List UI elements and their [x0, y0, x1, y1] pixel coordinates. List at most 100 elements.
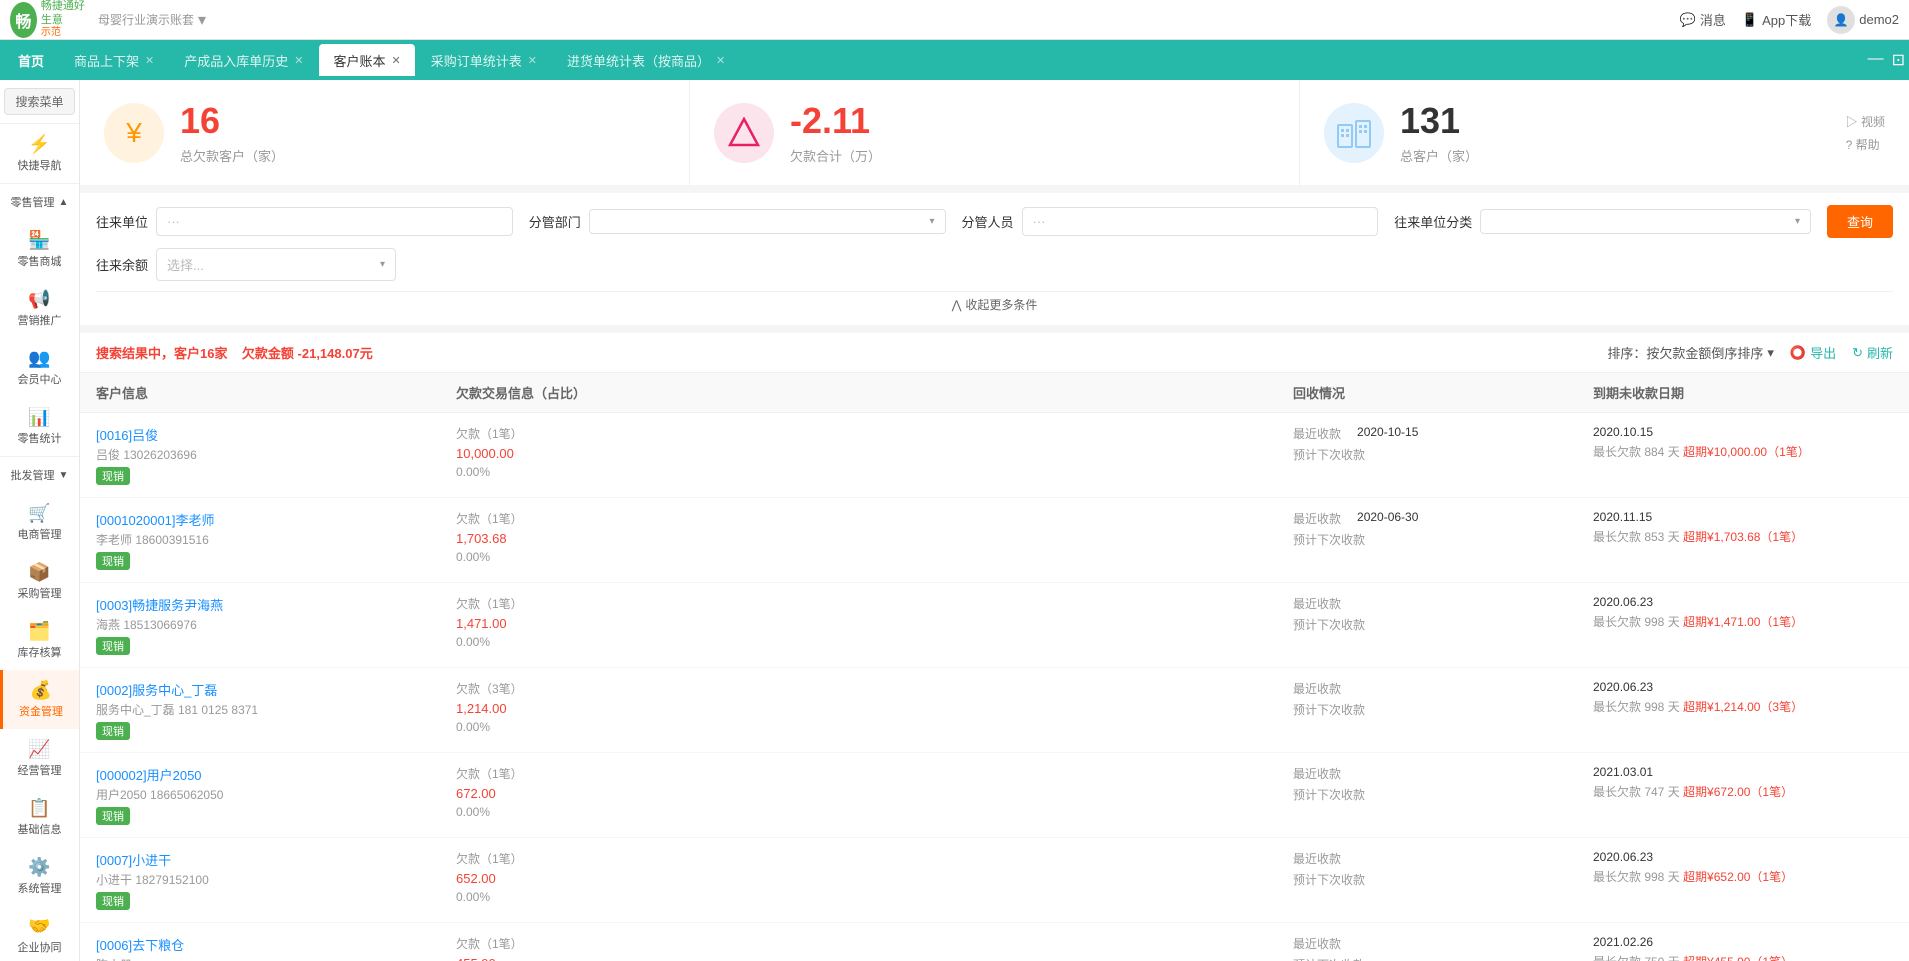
export-btn[interactable]: ⭕ 导出 — [1790, 343, 1836, 362]
customer-phone: 李老师 18600391516 — [96, 531, 456, 548]
overdue-amount-link[interactable]: 超期¥652.00（1笔） — [1683, 870, 1793, 884]
user-btn[interactable]: 👤 demo2 — [1827, 6, 1899, 34]
results-info: 搜索结果中，客户16家 欠款金额 -21,148.07元 — [96, 343, 373, 362]
brand-name: 畅捷通好生意 示范 — [41, 0, 90, 38]
overdue-info: 2020.10.15 最长欠款 884 天 超期¥10,000.00（1笔） — [1593, 425, 1893, 460]
customer-tag: 现销 — [96, 892, 130, 910]
sidebar-item-retail-mall[interactable]: 🏪 零售商城 — [0, 220, 79, 279]
video-link[interactable]: ▷ 视频 — [1846, 113, 1885, 130]
overdue-amount-link[interactable]: 超期¥1,471.00（1笔） — [1683, 615, 1803, 629]
sort-chevron-icon: ▾ — [1767, 345, 1774, 361]
debt-info: 欠款（1笔） 672.00 0.00% — [456, 765, 1293, 819]
sidebar-item-system[interactable]: ⚙️ 系统管理 — [0, 847, 79, 906]
tab-bar: 首页 商品上下架 ✕ 产成品入库单历史 ✕ 客户账本 ✕ 采购订单统计表 ✕ 进… — [0, 40, 1909, 80]
sidebar-item-batch-mgmt[interactable]: 批发管理 ▼ — [0, 457, 79, 493]
sidebar-item-basic[interactable]: 📋 基础信息 — [0, 788, 79, 847]
tab-home[interactable]: 首页 — [4, 44, 58, 76]
sidebar-item-marketing[interactable]: 📢 营销推广 — [0, 279, 79, 338]
person-input[interactable]: ··· — [1022, 207, 1379, 236]
customer-tag: 现销 — [96, 467, 130, 485]
logo-area: 畅 畅捷通好生意 示范 — [10, 0, 90, 38]
customer-name-link[interactable]: [0003]畅捷服务尹海燕 — [96, 595, 456, 614]
overdue-amount-link[interactable]: 超期¥455.90（1笔） — [1683, 955, 1793, 961]
debt-customers-icon: ¥ — [104, 103, 164, 163]
tab-close-icon[interactable]: ✕ — [716, 54, 725, 67]
sidebar: 搜索菜单 ⚡ 快捷导航 零售管理 ▲ 🏪 零售商城 📢 营销推广 — [0, 80, 80, 961]
search-button[interactable]: 查询 — [1827, 205, 1893, 238]
customer-tag: 现销 — [96, 637, 130, 655]
customer-name-link[interactable]: [0006]去下粮仓 — [96, 935, 456, 954]
overdue-amount-link[interactable]: 超期¥1,703.68（1笔） — [1683, 530, 1803, 544]
dept-select[interactable]: ▾ — [589, 209, 946, 234]
overdue-info: 2020.06.23 最长欠款 998 天 超期¥652.00（1笔） — [1593, 850, 1893, 885]
minimize-icon[interactable]: — — [1868, 50, 1884, 70]
content-area: ¥ 16 总欠款客户（家） -2.11 欠款合计（万） — [80, 80, 1909, 961]
repay-info: 最近收款 预计下次收款 — [1293, 595, 1593, 637]
dept-label: 分管部门 — [529, 212, 581, 231]
customer-name-link[interactable]: [0016]吕俊 — [96, 425, 456, 444]
sidebar-item-inventory[interactable]: 🗂️ 库存核算 — [0, 611, 79, 670]
overdue-amount-link[interactable]: 超期¥672.00（1笔） — [1683, 785, 1793, 799]
source-unit-input[interactable]: ··· — [156, 207, 513, 236]
tab-customer-account[interactable]: 客户账本 ✕ — [319, 44, 414, 76]
overdue-info: 2020.06.23 最长欠款 998 天 超期¥1,214.00（3笔） — [1593, 680, 1893, 715]
message-icon: 💬 — [1680, 12, 1696, 28]
tab-products-off[interactable]: 商品上下架 ✕ — [60, 44, 168, 76]
sidebar-item-ecommerce[interactable]: 🛒 电商管理 — [0, 493, 79, 552]
repay-info: 最近收款2020-10-15 预计下次收款 — [1293, 425, 1593, 467]
tab-close-icon[interactable]: ✕ — [294, 54, 303, 67]
repay-info: 最近收款 预计下次收款 — [1293, 850, 1593, 892]
help-link[interactable]: ? 帮助 — [1846, 136, 1885, 153]
customer-info: [0003]畅捷服务尹海燕 海燕 18513066976 现销 — [96, 595, 456, 655]
overdue-amount-link[interactable]: 超期¥10,000.00（1笔） — [1683, 445, 1810, 459]
table-row: [000002]用户2050 用户2050 18665062050 现销 欠款（… — [80, 753, 1909, 838]
top-bar-right: 💬 消息 📱 App下载 👤 demo2 — [1680, 6, 1899, 34]
filter-row-2: 往来余额 选择... ▾ — [96, 248, 1893, 281]
tab-close-icon[interactable]: ✕ — [528, 54, 537, 67]
collapse-btn[interactable]: ⋀ 收起更多条件 — [96, 291, 1893, 317]
maximize-icon[interactable]: ⊡ — [1892, 50, 1905, 70]
sidebar-item-purchase[interactable]: 📦 采购管理 — [0, 552, 79, 611]
tab-close-icon[interactable]: ✕ — [392, 54, 401, 67]
source-unit-label: 往来单位 — [96, 212, 148, 231]
tab-stock-history[interactable]: 产成品入库单历史 ✕ — [170, 44, 317, 76]
table-row: [0003]畅捷服务尹海燕 海燕 18513066976 现销 欠款（1笔） 1… — [80, 583, 1909, 668]
customer-name-link[interactable]: [0001020001]李老师 — [96, 510, 456, 529]
industry-label: 母婴行业演示账套 — [98, 11, 194, 28]
customer-name-link[interactable]: [0002]服务中心_丁磊 — [96, 680, 456, 699]
sidebar-item-retail-mgmt[interactable]: 零售管理 ▲ — [0, 184, 79, 220]
overdue-info: 2021.03.01 最长欠款 747 天 超期¥672.00（1笔） — [1593, 765, 1893, 800]
main-layout: 搜索菜单 ⚡ 快捷导航 零售管理 ▲ 🏪 零售商城 📢 营销推广 — [0, 80, 1909, 961]
refresh-btn[interactable]: ↻ 刷新 — [1852, 343, 1893, 362]
chevron-icon: ▼ — [59, 470, 69, 481]
message-btn[interactable]: 💬 消息 — [1680, 10, 1726, 29]
filter-area: 往来单位 ··· 分管部门 ▾ 分管人员 — [80, 193, 1909, 325]
sidebar-item-member[interactable]: 👥 会员中心 — [0, 338, 79, 397]
sidebar-item-ops[interactable]: 📈 经营管理 — [0, 729, 79, 788]
sidebar-item-enterprise[interactable]: 🤝 企业协同 — [0, 906, 79, 961]
tab-purchase-order[interactable]: 采购订单统计表 ✕ — [417, 44, 551, 76]
sidebar-search: 搜索菜单 — [0, 80, 79, 124]
dropdown-arrow[interactable]: ▾ — [198, 10, 206, 30]
app-download-btn[interactable]: 📱 App下载 — [1742, 10, 1811, 29]
repay-info: 最近收款 预计下次收款 — [1293, 680, 1593, 722]
search-menu-btn[interactable]: 搜索菜单 — [4, 88, 75, 115]
customer-name-link[interactable]: [000002]用户2050 — [96, 765, 456, 784]
finance-icon: 💰 — [30, 680, 52, 701]
sort-select[interactable]: 排序：按欠款金额倒序排序 ▾ — [1607, 343, 1774, 362]
balance-select[interactable]: 选择... ▾ — [156, 248, 396, 281]
sidebar-item-finance[interactable]: 💰 资金管理 — [0, 670, 79, 729]
overdue-amount-link[interactable]: 超期¥1,214.00（3笔） — [1683, 700, 1803, 714]
debt-total-icon — [714, 103, 774, 163]
refresh-icon: ↻ — [1852, 345, 1863, 361]
sidebar-item-nav[interactable]: ⚡ 快捷导航 — [0, 124, 79, 183]
unit-category-select[interactable]: ▾ — [1480, 209, 1811, 234]
sidebar-section-retail: 零售管理 ▲ 🏪 零售商城 📢 营销推广 👥 会员中心 📊 零售统计 — [0, 183, 79, 456]
customer-name-link[interactable]: [0007]小进干 — [96, 850, 456, 869]
overdue-info: 2020.06.23 最长欠款 998 天 超期¥1,471.00（1笔） — [1593, 595, 1893, 630]
sidebar-item-retail-stats[interactable]: 📊 零售统计 — [0, 397, 79, 456]
tab-close-icon[interactable]: ✕ — [145, 54, 154, 67]
tab-stock-stats[interactable]: 进货单统计表（按商品） ✕ — [553, 44, 739, 76]
table-header: 客户信息 欠款交易信息（占比） 回收情况 到期未收款日期 — [80, 373, 1909, 413]
total-customers-value: 131 — [1400, 100, 1478, 142]
